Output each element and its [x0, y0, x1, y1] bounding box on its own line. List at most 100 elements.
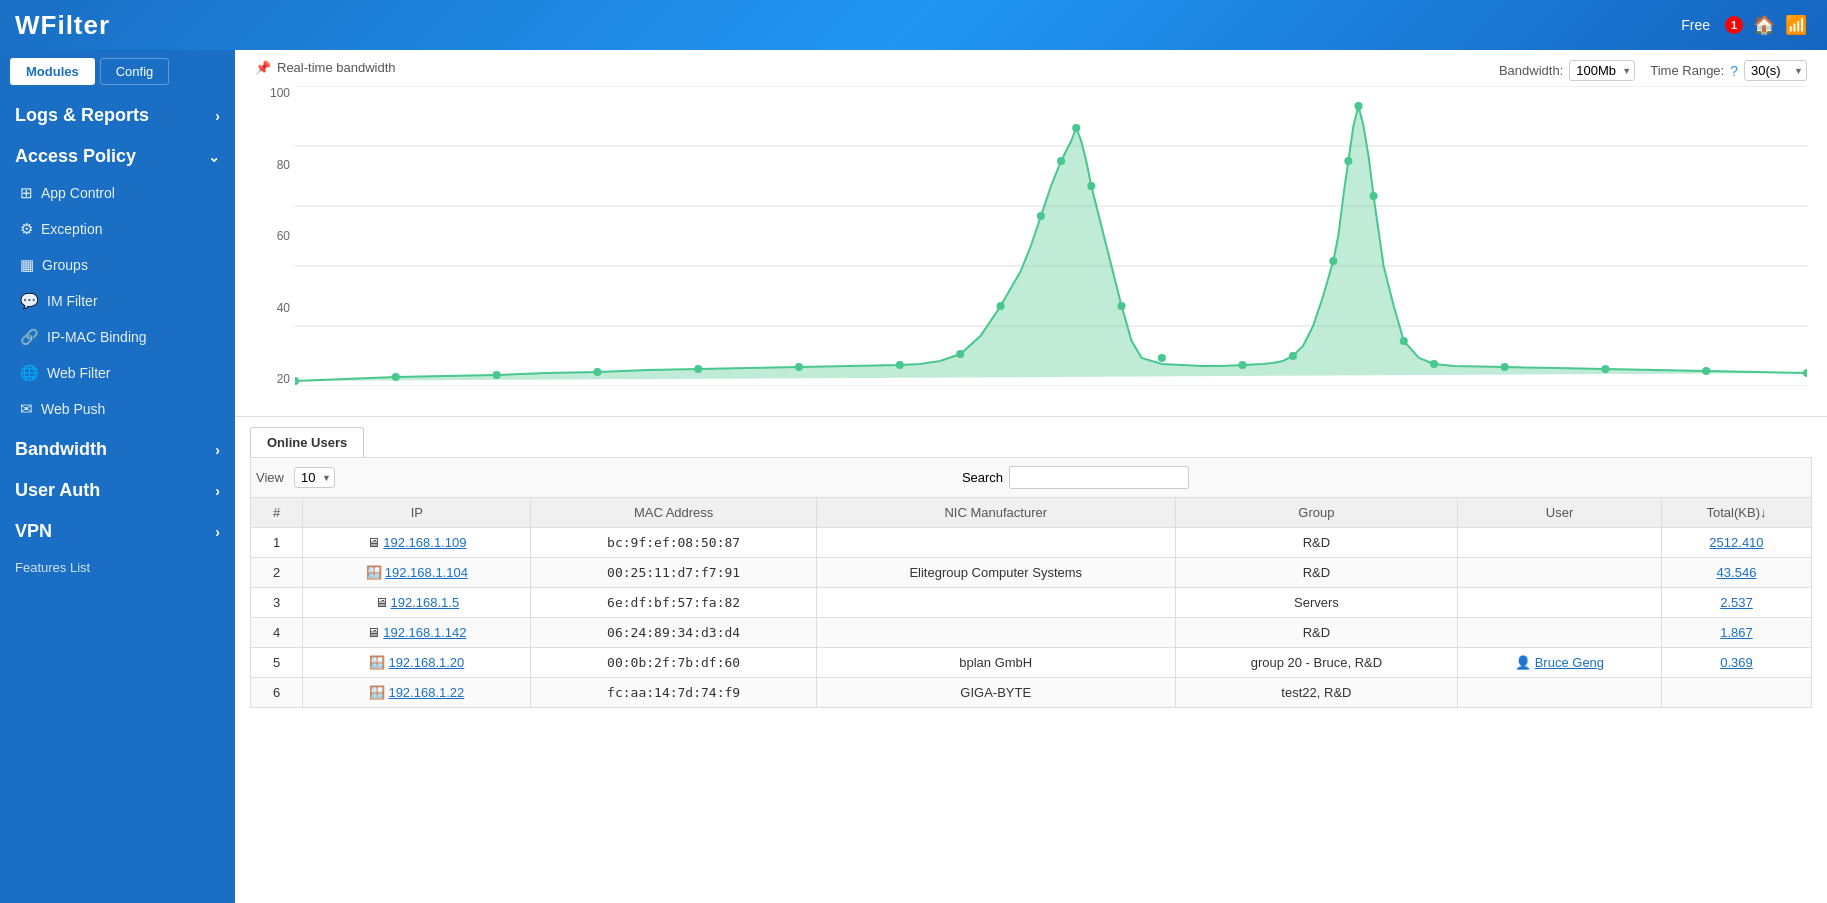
bandwidth-area-path — [295, 106, 1807, 381]
time-range-select-wrapper[interactable]: 30(s) 60(s) 120(s) — [1744, 60, 1807, 81]
sidebar-tabs: Modules Config — [0, 50, 235, 93]
view-count-select-wrapper[interactable]: 10 25 50 — [294, 467, 335, 488]
chart-pin-icon: 📌 — [255, 60, 271, 75]
bandwidth-control-label: Bandwidth: — [1499, 63, 1563, 78]
sidebar-item-web-filter[interactable]: 🌐 Web Filter — [0, 355, 235, 391]
col-mac: MAC Address — [531, 498, 816, 528]
wifi-icon[interactable]: 📶 — [1785, 14, 1807, 36]
col-nic: NIC Manufacturer — [816, 498, 1175, 528]
cell-mac: 6e:df:bf:57:fa:82 — [531, 588, 816, 618]
help-icon[interactable]: ? — [1730, 63, 1738, 79]
cell-nic — [816, 528, 1175, 558]
chart-svg-area — [295, 86, 1807, 386]
sidebar-item-web-push[interactable]: ✉ Web Push — [0, 391, 235, 427]
cell-num: 3 — [251, 588, 303, 618]
time-range-label: Time Range: — [1650, 63, 1724, 78]
cell-num: 4 — [251, 618, 303, 648]
cell-total: 2512.410 — [1661, 528, 1811, 558]
header-icons: 1 🏠 📶 — [1725, 14, 1807, 36]
exception-label: Exception — [41, 221, 102, 237]
sidebar-section-logs[interactable]: Logs & Reports › — [0, 93, 235, 134]
table-search: Search — [962, 466, 1189, 489]
tab-config[interactable]: Config — [100, 58, 170, 85]
chart-dot — [694, 365, 702, 373]
cell-group: Servers — [1175, 588, 1458, 618]
col-num: # — [251, 498, 303, 528]
sidebar-item-exception[interactable]: ⚙ Exception — [0, 211, 235, 247]
cell-total: 43.546 — [1661, 558, 1811, 588]
chart-dot — [493, 371, 501, 379]
table-body: 1 🖥192.168.1.109 bc:9f:ef:08:50:87 R&D 2… — [251, 528, 1812, 708]
chart-dot — [1803, 369, 1807, 377]
col-total: Total(KB)↓ — [1661, 498, 1811, 528]
cell-nic: bplan GmbH — [816, 648, 1175, 678]
cell-user — [1458, 678, 1662, 708]
sidebar-section-vpn[interactable]: VPN › — [0, 509, 235, 550]
cell-num: 5 — [251, 648, 303, 678]
web-push-label: Web Push — [41, 401, 105, 417]
cell-ip: 🖥192.168.1.142 — [303, 618, 531, 648]
chart-dot — [1354, 102, 1362, 110]
table-row: 3 🖥192.168.1.5 6e:df:bf:57:fa:82 Servers… — [251, 588, 1812, 618]
chart-dot — [1702, 367, 1710, 375]
chart-dot — [1158, 354, 1166, 362]
sidebar-section-user-auth[interactable]: User Auth › — [0, 468, 235, 509]
app-control-icon: ⊞ — [20, 184, 33, 202]
cell-mac: 00:25:11:d7:f7:91 — [531, 558, 816, 588]
table-row: 2 🪟192.168.1.104 00:25:11:d7:f7:91 Elite… — [251, 558, 1812, 588]
sidebar-item-ip-mac-binding[interactable]: 🔗 IP-MAC Binding — [0, 319, 235, 355]
web-push-icon: ✉ — [20, 400, 33, 418]
chart-dot — [1601, 365, 1609, 373]
cell-nic: GIGA-BYTE — [816, 678, 1175, 708]
cell-group: test22, R&D — [1175, 678, 1458, 708]
header: WFilter Free 1 🏠 📶 — [0, 0, 1827, 50]
chart-dot — [896, 361, 904, 369]
bandwidth-control: Bandwidth: 100Mb 10Mb 1Gb — [1499, 60, 1635, 81]
view-count-select[interactable]: 10 25 50 — [294, 467, 335, 488]
cell-user — [1458, 528, 1662, 558]
bandwidth-chart-svg — [295, 86, 1807, 386]
cell-ip: 🖥192.168.1.109 — [303, 528, 531, 558]
search-input[interactable] — [1009, 466, 1189, 489]
sidebar-item-app-control[interactable]: ⊞ App Control — [0, 175, 235, 211]
tab-modules[interactable]: Modules — [10, 58, 95, 85]
cell-ip: 🪟192.168.1.22 — [303, 678, 531, 708]
bandwidth-select-wrapper[interactable]: 100Mb 10Mb 1Gb — [1569, 60, 1635, 81]
exception-icon: ⚙ — [20, 220, 33, 238]
sidebar-section-bandwidth[interactable]: Bandwidth › — [0, 427, 235, 468]
ip-mac-label: IP-MAC Binding — [47, 329, 147, 345]
features-list[interactable]: Features List — [0, 550, 235, 585]
chart-dot — [1501, 363, 1509, 371]
logs-chevron-icon: › — [215, 108, 220, 124]
cell-user — [1458, 558, 1662, 588]
web-filter-icon: 🌐 — [20, 364, 39, 382]
status-label: Free — [1681, 17, 1710, 33]
col-group: Group — [1175, 498, 1458, 528]
chart-dot — [956, 350, 964, 358]
sidebar-section-access-policy[interactable]: Access Policy ⌄ — [0, 134, 235, 175]
col-ip: IP — [303, 498, 531, 528]
table-row: 6 🪟192.168.1.22 fc:aa:14:7d:74:f9 GIGA-B… — [251, 678, 1812, 708]
y-label-40: 40 — [277, 301, 290, 315]
chart-dot — [1087, 182, 1095, 190]
cell-nic — [816, 588, 1175, 618]
app-logo: WFilter — [15, 10, 110, 41]
cell-ip: 🪟192.168.1.104 — [303, 558, 531, 588]
chart-dot — [1400, 337, 1408, 345]
cell-group: R&D — [1175, 558, 1458, 588]
cell-total: 1.867 — [1661, 618, 1811, 648]
sidebar-item-im-filter[interactable]: 💬 IM Filter — [0, 283, 235, 319]
chart-header: 📌 Real-time bandwidth Bandwidth: 100Mb 1… — [255, 60, 1807, 81]
cell-total: 0.369 — [1661, 648, 1811, 678]
chart-dot — [1370, 192, 1378, 200]
cell-user — [1458, 618, 1662, 648]
time-range-select[interactable]: 30(s) 60(s) 120(s) — [1744, 60, 1807, 81]
bandwidth-select[interactable]: 100Mb 10Mb 1Gb — [1569, 60, 1635, 81]
cell-total — [1661, 678, 1811, 708]
online-users-tab[interactable]: Online Users — [250, 427, 364, 457]
app-control-label: App Control — [41, 185, 115, 201]
sidebar-item-groups[interactable]: ▦ Groups — [0, 247, 235, 283]
chart-section: 📌 Real-time bandwidth Bandwidth: 100Mb 1… — [235, 50, 1827, 417]
cell-user — [1458, 588, 1662, 618]
home-icon[interactable]: 🏠 — [1753, 14, 1775, 36]
